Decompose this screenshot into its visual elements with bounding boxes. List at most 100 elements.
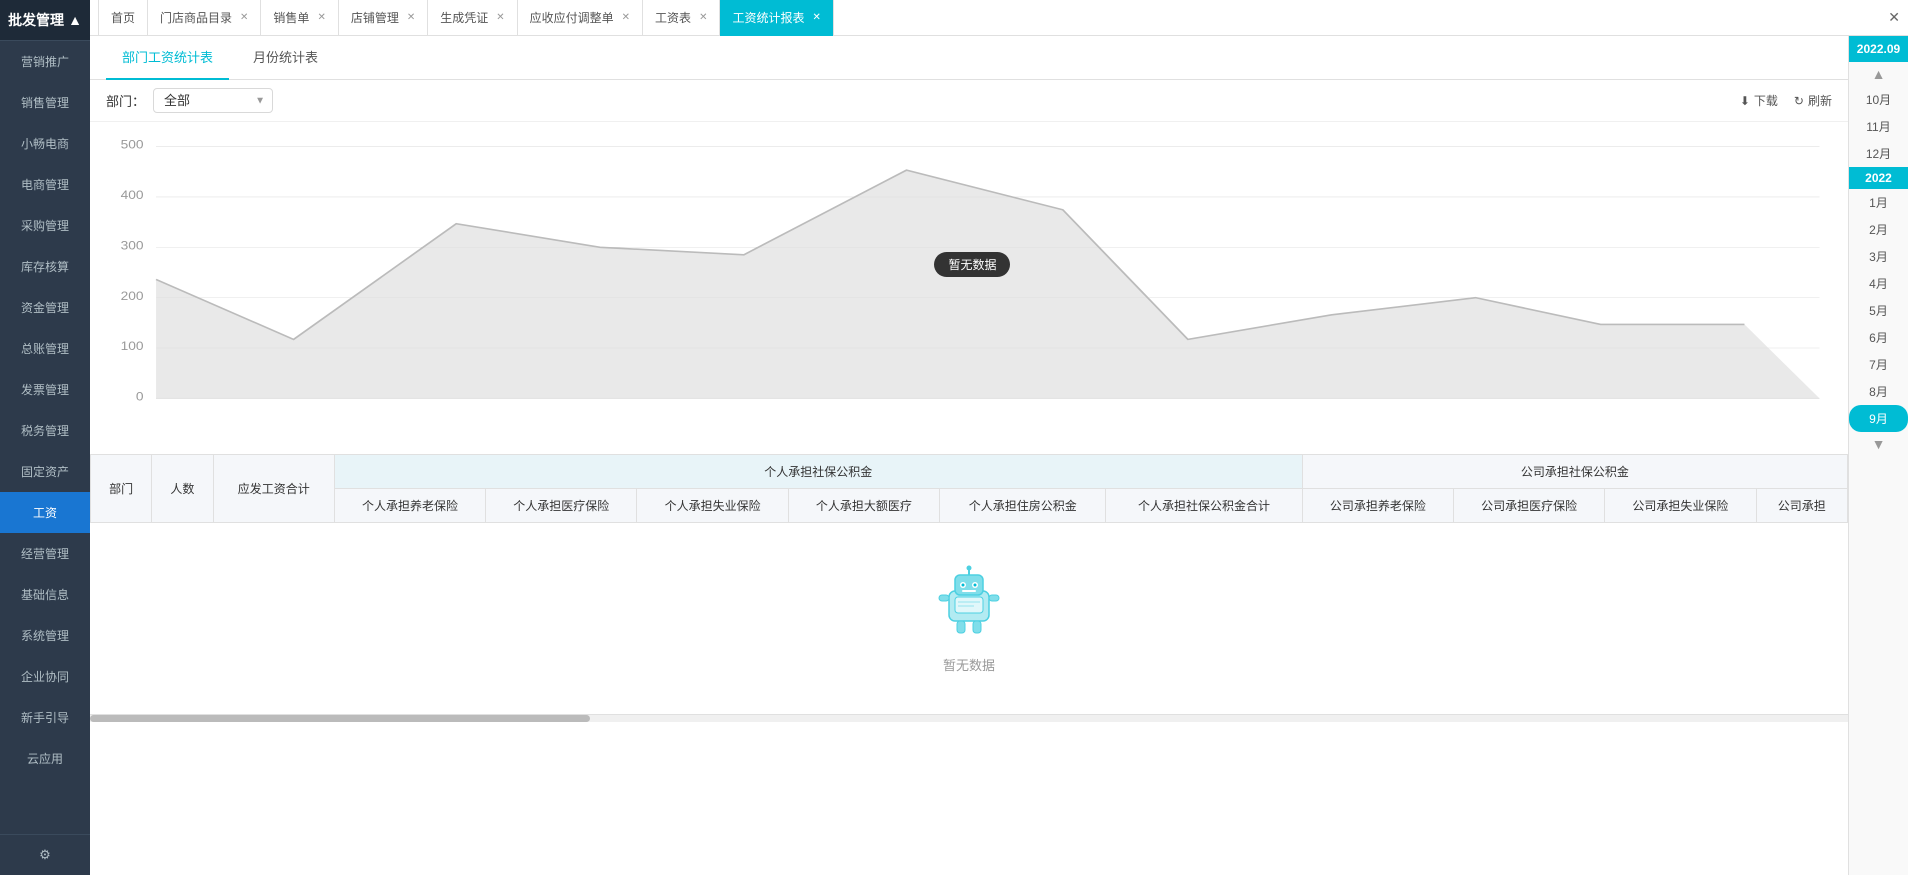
col-personal-medical: 个人承担医疗保险 xyxy=(486,489,637,523)
tab-payable[interactable]: 应收应付调整单 ✕ xyxy=(518,0,643,36)
sidebar-item-inventory[interactable]: 库存核算 xyxy=(0,246,90,287)
sidebar-item-guide[interactable]: 新手引导 xyxy=(0,697,90,738)
col-dept: 部门 xyxy=(91,455,152,523)
chart-tooltip: 暂无数据 xyxy=(934,252,1010,277)
calendar-month-10[interactable]: 10月 xyxy=(1849,86,1908,113)
dept-select[interactable]: 全部 xyxy=(153,88,273,113)
calendar-nav-down[interactable]: ▼ xyxy=(1849,432,1908,456)
sidebar-item-enterprise[interactable]: 企业协同 xyxy=(0,656,90,697)
chart-area: 500 400 300 200 100 0 xyxy=(90,122,1848,454)
stats-table: 部门 人数 应发工资合计 个人承担社保公积金 公司承担社保公积金 个人承担养老保… xyxy=(90,454,1848,523)
sidebar-item-ecommerce[interactable]: 电商管理 xyxy=(0,164,90,205)
sidebar-item-ledger[interactable]: 总账管理 xyxy=(0,328,90,369)
sidebar-item-fixed-assets[interactable]: 固定资产 xyxy=(0,451,90,492)
tab-close-payroll-table[interactable]: ✕ xyxy=(699,12,707,23)
sidebar-item-tax[interactable]: 税务管理 xyxy=(0,410,90,451)
page-content: 部门工资统计表 月份统计表 部门： 全部 xyxy=(90,36,1848,875)
download-icon: ⬇ xyxy=(1740,94,1750,108)
main-area: 首页 门店商品目录 ✕ 销售单 ✕ 店铺管理 ✕ 生成凭证 ✕ 应收应付调整单 … xyxy=(90,0,1908,875)
sidebar-logo-arrow: ▲ xyxy=(68,12,82,28)
calendar-year: 2022 xyxy=(1849,167,1908,189)
table-area[interactable]: 部门 人数 应发工资合计 个人承担社保公积金 公司承担社保公积金 个人承担养老保… xyxy=(90,454,1848,875)
col-group-company: 公司承担社保公积金 xyxy=(1302,455,1847,489)
sidebar-item-payroll[interactable]: 工资 xyxy=(0,492,90,533)
settings-button[interactable]: ⚙ xyxy=(0,834,90,875)
tab-store-catalog[interactable]: 门店商品目录 ✕ xyxy=(148,0,261,36)
col-company-medical: 公司承担医疗保险 xyxy=(1453,489,1604,523)
download-button[interactable]: ⬇ 下载 xyxy=(1740,92,1778,109)
tab-home[interactable]: 首页 xyxy=(98,0,148,36)
tab-payroll-table[interactable]: 工资表 ✕ xyxy=(643,0,720,36)
sidebar-item-marketing[interactable]: 营销推广 xyxy=(0,41,90,82)
tab-close-voucher[interactable]: ✕ xyxy=(496,12,504,23)
col-total-wage: 应发工资合计 xyxy=(213,455,334,523)
sidebar-item-ecommerce-small[interactable]: 小畅电商 xyxy=(0,123,90,164)
tab-payroll-report[interactable]: 工资统计报表 ✕ xyxy=(720,0,833,36)
tab-close-store-mgmt[interactable]: ✕ xyxy=(407,12,415,23)
empty-text: 暂无数据 xyxy=(943,655,995,674)
refresh-button[interactable]: ↻ 刷新 xyxy=(1794,92,1832,109)
content-area: 部门工资统计表 月份统计表 部门： 全部 xyxy=(90,36,1908,875)
dept-label: 部门： xyxy=(106,91,145,110)
tab-bar: 首页 门店商品目录 ✕ 销售单 ✕ 店铺管理 ✕ 生成凭证 ✕ 应收应付调整单 … xyxy=(90,0,1908,36)
horizontal-scrollbar[interactable] xyxy=(90,714,1848,722)
calendar-month-4[interactable]: 4月 xyxy=(1849,270,1908,297)
sidebar-item-base-info[interactable]: 基础信息 xyxy=(0,574,90,615)
tab-close-payroll-report[interactable]: ✕ xyxy=(812,12,820,23)
sidebar-item-operations[interactable]: 经营管理 xyxy=(0,533,90,574)
sidebar-logo[interactable]: 批发管理 ▲ xyxy=(0,0,90,41)
calendar-month-1[interactable]: 1月 xyxy=(1849,189,1908,216)
sidebar-item-finance[interactable]: 资金管理 xyxy=(0,287,90,328)
tab-bar-close-all[interactable]: ✕ xyxy=(1888,9,1900,26)
sub-tab-dept-stats[interactable]: 部门工资统计表 xyxy=(106,36,229,80)
calendar-month-5[interactable]: 5月 xyxy=(1849,297,1908,324)
toolbar: 部门： 全部 ⬇ 下载 ↻ 刷新 xyxy=(90,80,1848,122)
col-company-other: 公司承担 xyxy=(1756,489,1847,523)
tab-store-mgmt[interactable]: 店铺管理 ✕ xyxy=(339,0,428,36)
svg-text:500: 500 xyxy=(121,138,144,151)
svg-text:0: 0 xyxy=(136,389,144,403)
svg-text:200: 200 xyxy=(121,289,144,303)
col-count: 人数 xyxy=(152,455,213,523)
calendar-month-8[interactable]: 8月 xyxy=(1849,378,1908,405)
calendar-panel: 2022.09 ▲ 10月 11月 12月 2022 1月 2月 3月 xyxy=(1848,36,1908,875)
tab-close-store-catalog[interactable]: ✕ xyxy=(240,12,248,23)
scroll-thumb[interactable] xyxy=(90,715,590,722)
calendar-nav-up[interactable]: ▲ xyxy=(1849,62,1908,86)
sidebar: 批发管理 ▲ 营销推广 销售管理 小畅电商 电商管理 采购管理 库存核算 资金管… xyxy=(0,0,90,875)
col-personal-housing: 个人承担住房公积金 xyxy=(940,489,1106,523)
calendar-month-9[interactable]: 9月 xyxy=(1849,405,1908,432)
col-company-pension: 公司承担养老保险 xyxy=(1302,489,1453,523)
sidebar-item-cloud[interactable]: 云应用 xyxy=(0,738,90,779)
col-personal-unemploy: 个人承担失业保险 xyxy=(637,489,788,523)
sub-tab-monthly-stats[interactable]: 月份统计表 xyxy=(237,36,334,80)
calendar-month-3[interactable]: 3月 xyxy=(1849,243,1908,270)
tab-close-sales-order[interactable]: ✕ xyxy=(317,12,325,23)
sidebar-item-invoice[interactable]: 发票管理 xyxy=(0,369,90,410)
svg-text:100: 100 xyxy=(121,339,144,353)
calendar-month-6[interactable]: 6月 xyxy=(1849,324,1908,351)
calendar-month-2[interactable]: 2月 xyxy=(1849,216,1908,243)
svg-text:300: 300 xyxy=(121,238,144,252)
calendar-month-12[interactable]: 12月 xyxy=(1849,140,1908,167)
refresh-icon: ↻ xyxy=(1794,94,1804,108)
calendar-month-11[interactable]: 11月 xyxy=(1849,113,1908,140)
calendar-month-7[interactable]: 7月 xyxy=(1849,351,1908,378)
tab-voucher[interactable]: 生成凭证 ✕ xyxy=(428,0,517,36)
col-personal-total: 个人承担社保公积金合计 xyxy=(1106,489,1302,523)
col-group-personal: 个人承担社保公积金 xyxy=(334,455,1302,489)
empty-robot-icon xyxy=(929,563,1009,643)
sidebar-logo-text: 批发管理 xyxy=(8,10,64,30)
sub-tabs: 部门工资统计表 月份统计表 xyxy=(90,36,1848,80)
chart-container: 500 400 300 200 100 0 xyxy=(106,138,1832,438)
svg-text:400: 400 xyxy=(121,188,144,202)
tab-close-payable[interactable]: ✕ xyxy=(622,12,630,23)
sidebar-item-sales[interactable]: 销售管理 xyxy=(0,82,90,123)
toolbar-left: 部门： 全部 xyxy=(106,88,273,113)
col-personal-major-medical: 个人承担大额医疗 xyxy=(788,489,939,523)
sidebar-item-purchase[interactable]: 采购管理 xyxy=(0,205,90,246)
tab-sales-order[interactable]: 销售单 ✕ xyxy=(261,0,338,36)
col-company-unemploy: 公司承担失业保险 xyxy=(1605,489,1756,523)
col-personal-pension: 个人承担养老保险 xyxy=(334,489,485,523)
sidebar-item-system[interactable]: 系统管理 xyxy=(0,615,90,656)
